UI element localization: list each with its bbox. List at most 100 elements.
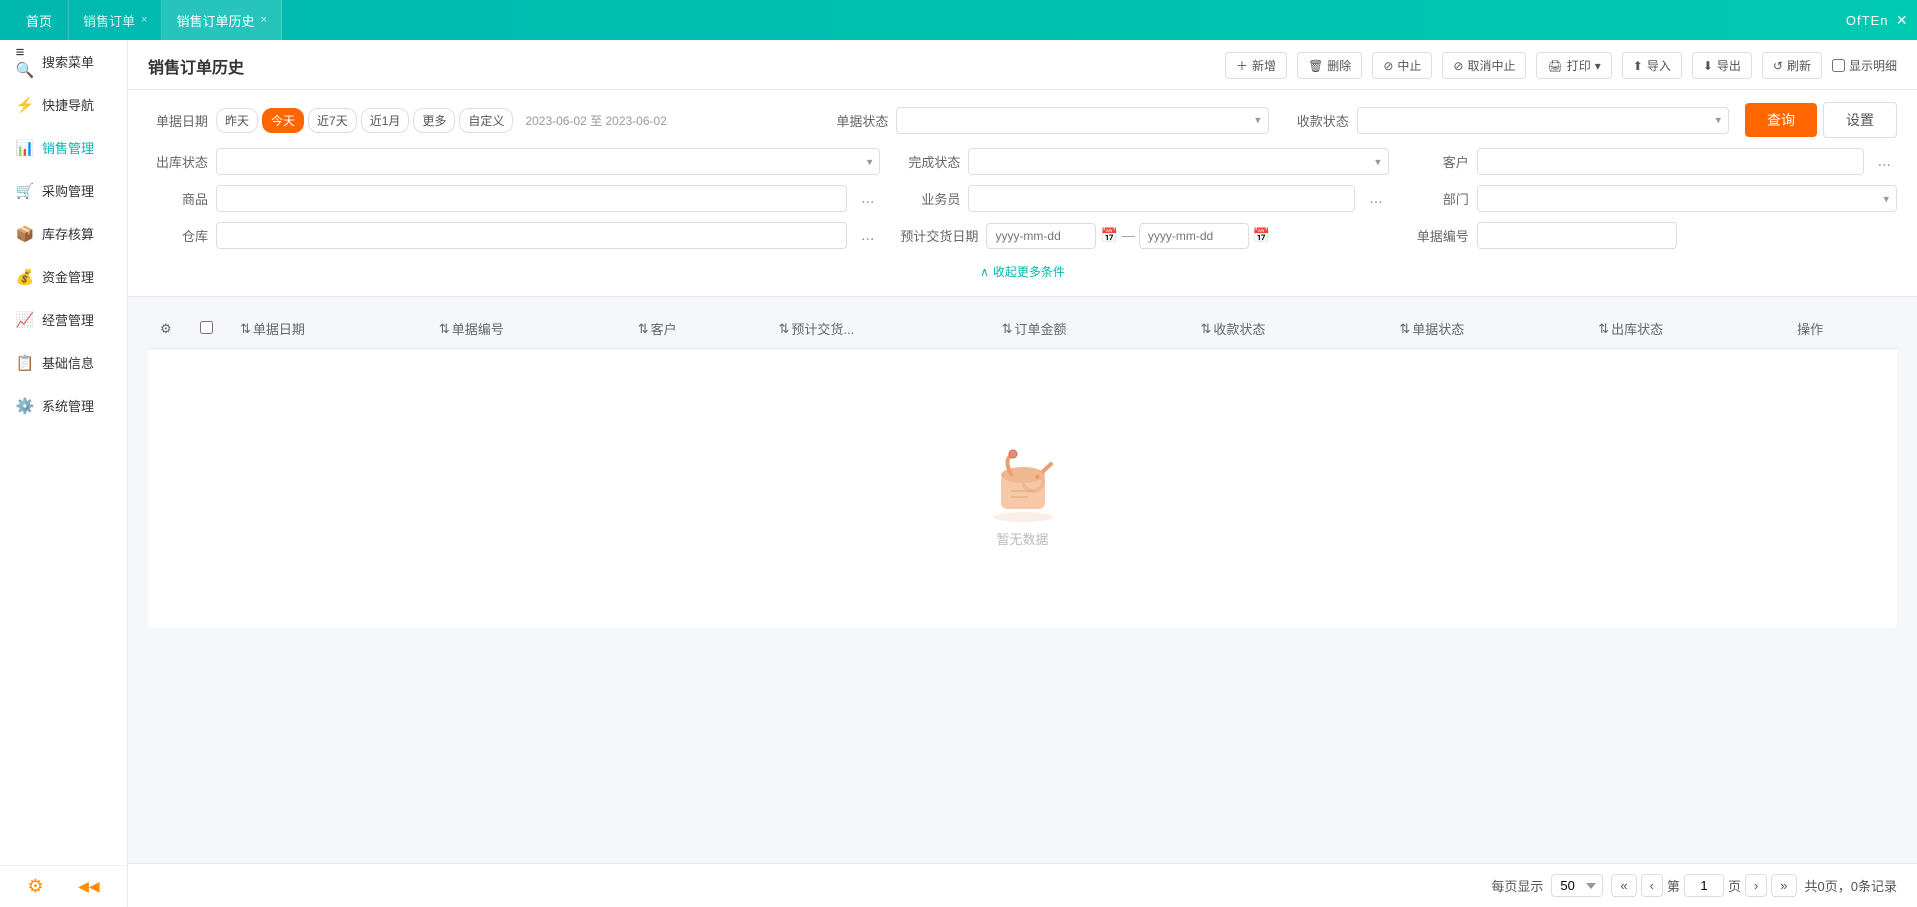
tab-home[interactable]: 首页 (10, 0, 69, 40)
sidebar-item-search-menu[interactable]: ≡🔍 搜索菜单 (0, 40, 127, 83)
delete-button[interactable]: 🗑 删除 (1297, 52, 1362, 79)
customer-input[interactable] (1477, 148, 1864, 175)
delete-icon: 🗑 (1308, 59, 1323, 73)
filter-out-status: 出库状态 ▾ (148, 148, 880, 175)
add-button[interactable]: ＋ 新增 (1225, 52, 1287, 79)
main-layout: ≡🔍 搜索菜单 ⚡ 快捷导航 📊 销售管理 🛒 采购管理 📦 库存核算 💰 资金… (0, 40, 1917, 907)
tab-sales-order-history[interactable]: 销售订单历史 × (162, 0, 281, 40)
page-label: 第 (1667, 876, 1680, 895)
expected-date-from[interactable] (986, 223, 1096, 249)
th-doc-no[interactable]: ⇅ 单据编号 (427, 309, 626, 349)
filter-doc-no: 单据编号 (1409, 222, 1897, 249)
window-close-icon[interactable]: × (1896, 10, 1907, 31)
table-head: ⚙ ⇅ 单据日期 ⇅ (148, 309, 1897, 349)
empty-state: 暂无数据 (148, 349, 1897, 628)
sidebar-item-quick-nav[interactable]: ⚡ 快捷导航 (0, 83, 127, 126)
date-btn-7days[interactable]: 近7天 (308, 108, 357, 133)
import-button[interactable]: ⬆ 导入 (1622, 52, 1682, 79)
pagination-bar: 每页显示 50 10 20 100 « ‹ 第 页 › » 共0页，0条记录 (128, 863, 1917, 907)
settings-button[interactable]: 设置 (1823, 102, 1897, 138)
table-settings-th[interactable]: ⚙ (148, 309, 188, 349)
table-container: ⚙ ⇅ 单据日期 ⇅ (128, 297, 1917, 863)
display-detail-checkbox[interactable] (1832, 59, 1845, 72)
filter-complete-status: 完成状态 ▾ (900, 148, 1388, 175)
doc-no-input[interactable] (1477, 222, 1677, 249)
sidebar-item-purchase-mgmt[interactable]: 🛒 采购管理 (0, 169, 127, 212)
date-btn-yesterday[interactable]: 昨天 (216, 108, 258, 133)
sidebar-item-sales-mgmt[interactable]: 📊 销售管理 (0, 126, 127, 169)
export-button[interactable]: ⬇ 导出 (1692, 52, 1752, 79)
doc-status-select[interactable] (896, 107, 1268, 134)
date-btn-more[interactable]: 更多 (413, 108, 455, 133)
warehouse-input[interactable] (216, 222, 847, 249)
page-number-input[interactable] (1684, 874, 1724, 897)
th-date[interactable]: ⇅ 单据日期 (228, 309, 427, 349)
th-pay-status-sort-icon: ⇅ (1200, 321, 1211, 337)
salesperson-input[interactable] (968, 185, 1355, 212)
tab-sales-order[interactable]: 销售订单 × (69, 0, 162, 40)
settings-bottom-icon[interactable]: ⚙ (27, 876, 43, 897)
product-ellipsis[interactable]: ... (855, 190, 880, 208)
sidebar-item-operation[interactable]: 📈 经营管理 (0, 298, 127, 341)
filter-product: 商品 ... (148, 185, 880, 212)
th-pay-status[interactable]: ⇅ 收款状态 (1188, 309, 1387, 349)
sidebar-item-inventory[interactable]: 📦 库存核算 (0, 212, 127, 255)
cancel-stop-icon: ⊘ (1453, 59, 1463, 73)
date-range-text: 2023-06-02 至 2023-06-02 (525, 112, 666, 129)
th-delivery-sort-icon: ⇅ (778, 321, 789, 337)
collapse-row[interactable]: ∧ 收起更多条件 (148, 259, 1897, 284)
filter-row-1: 单据日期 昨天 今天 近7天 近1月 更多 自定义 2023-06-02 至 2… (148, 102, 1897, 138)
sidebar-item-system[interactable]: ⚙️ 系统管理 (0, 384, 127, 427)
dept-select[interactable] (1477, 185, 1897, 212)
th-doc-status[interactable]: ⇅ 单据状态 (1387, 309, 1586, 349)
expected-date-to[interactable] (1139, 223, 1249, 249)
filter-doc-status: 单据状态 ▾ (828, 107, 1268, 134)
cal-from-icon[interactable]: 📅 (1100, 227, 1117, 244)
customer-ellipsis[interactable]: ... (1872, 153, 1897, 171)
sidebar-item-basic-info[interactable]: 📋 基础信息 (0, 341, 127, 384)
table-settings-icon[interactable]: ⚙ (160, 321, 172, 336)
first-page-button[interactable]: « (1611, 874, 1636, 897)
filter-area: 单据日期 昨天 今天 近7天 近1月 更多 自定义 2023-06-02 至 2… (128, 90, 1917, 297)
collapse-icon[interactable]: ◀◀ (78, 878, 100, 895)
date-btn-today[interactable]: 今天 (262, 108, 304, 133)
sidebar-item-finance[interactable]: 💰 资金管理 (0, 255, 127, 298)
prev-page-button[interactable]: ‹ (1641, 874, 1663, 897)
cal-to-icon[interactable]: 📅 (1253, 227, 1270, 244)
th-customer[interactable]: ⇅ 客户 (626, 309, 767, 349)
date-btn-custom[interactable]: 自定义 (459, 108, 513, 133)
stop-button[interactable]: ⊘ 中止 (1372, 52, 1432, 79)
last-page-button[interactable]: » (1771, 874, 1796, 897)
salesperson-ellipsis[interactable]: ... (1363, 190, 1388, 208)
query-button[interactable]: 查询 (1745, 103, 1817, 137)
warehouse-ellipsis[interactable]: ... (855, 227, 880, 245)
tab-home-label: 首页 (26, 11, 52, 30)
out-status-label: 出库状态 (148, 152, 208, 171)
filter-pay-status: 收款状态 ▾ (1289, 107, 1729, 134)
th-out-status-sort-icon: ⇅ (1598, 321, 1609, 337)
out-status-select[interactable] (216, 148, 880, 175)
top-bar: 首页 销售订单 × 销售订单历史 × OfTEn × (0, 0, 1917, 40)
date-dash: — (1122, 228, 1135, 243)
page-nav: « ‹ 第 页 › » (1611, 874, 1796, 897)
date-btn-1month[interactable]: 近1月 (361, 108, 410, 133)
search-menu-icon: ≡🔍 (16, 53, 34, 71)
complete-status-select[interactable] (968, 148, 1388, 175)
cancel-stop-button[interactable]: ⊘ 取消中止 (1442, 52, 1526, 79)
tab-sales-order-history-close[interactable]: × (260, 14, 266, 26)
th-order-amount[interactable]: ⇅ 订单金额 (990, 309, 1189, 349)
th-expected-delivery[interactable]: ⇅ 预计交货... (766, 309, 989, 349)
th-out-status[interactable]: ⇅ 出库状态 (1586, 309, 1785, 349)
product-input[interactable] (216, 185, 847, 212)
tab-sales-order-close[interactable]: × (141, 14, 147, 26)
print-button[interactable]: 🖨 打印 ▾ (1536, 52, 1611, 79)
next-page-button[interactable]: › (1745, 874, 1767, 897)
page-size-select[interactable]: 50 10 20 100 (1551, 874, 1603, 897)
inventory-icon: 📦 (16, 225, 34, 243)
select-all-checkbox[interactable] (200, 321, 213, 334)
pay-status-select[interactable] (1357, 107, 1729, 134)
doc-no-label: 单据编号 (1409, 226, 1469, 245)
table-header-row: ⚙ ⇅ 单据日期 ⇅ (148, 309, 1897, 349)
refresh-button[interactable]: ↺ 刷新 (1762, 52, 1822, 79)
table-checkbox-th (188, 309, 228, 349)
